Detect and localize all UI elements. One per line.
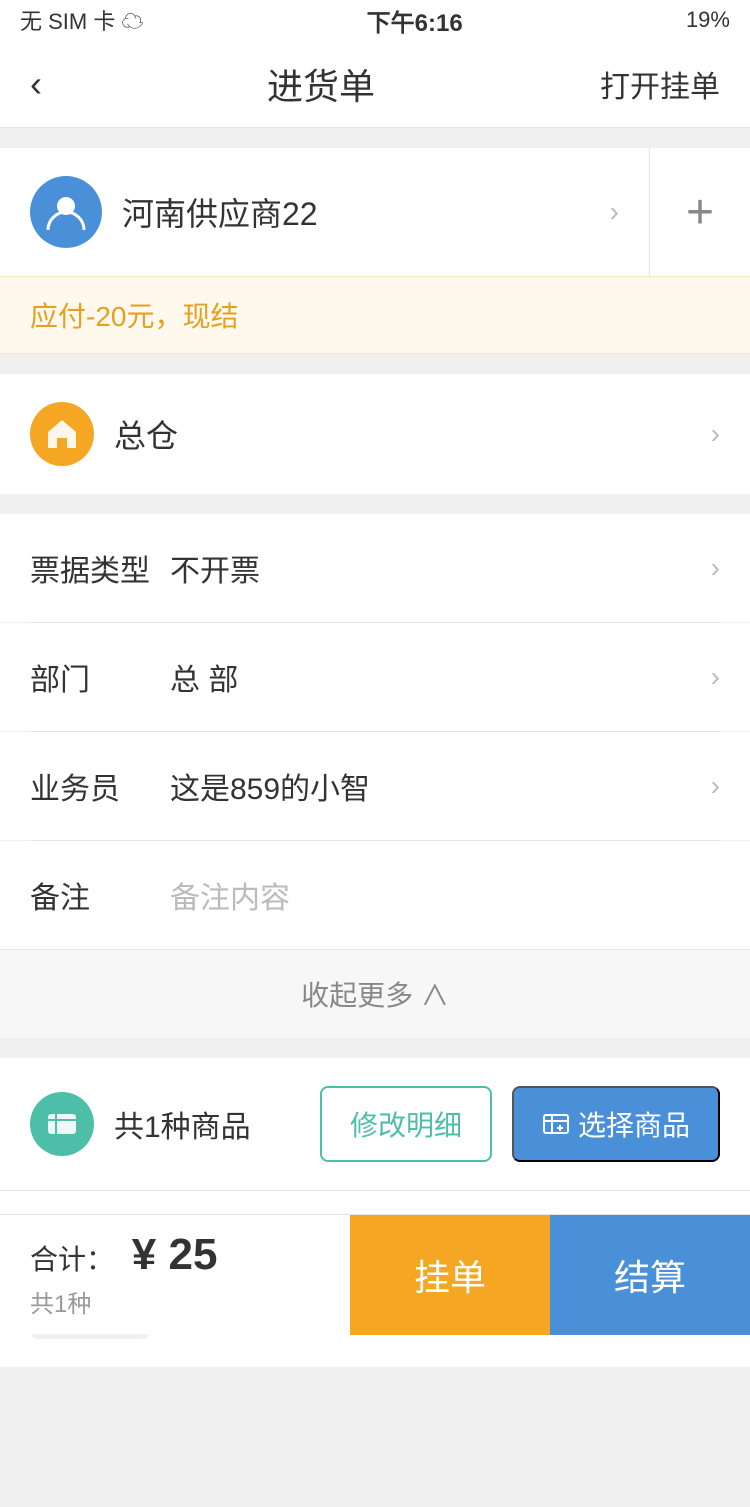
- supplier-chevron-icon: ›: [610, 196, 619, 228]
- select-product-label: 选择商品: [578, 1104, 690, 1144]
- department-label: 部门: [30, 655, 170, 699]
- collapse-row[interactable]: 收起更多 ∧: [0, 949, 750, 1038]
- department-value: 总 部: [170, 655, 701, 699]
- back-button[interactable]: ‹: [30, 63, 42, 105]
- supplier-avatar: [30, 176, 102, 248]
- warehouse-icon: [30, 402, 94, 466]
- page-title: 进货单: [267, 58, 375, 110]
- checkout-button[interactable]: 结算: [550, 1215, 750, 1335]
- invoice-type-value: 不开票: [170, 546, 701, 590]
- salesperson-label: 业务员: [30, 764, 170, 808]
- status-time: 下午6:16: [367, 3, 463, 38]
- status-left: 无 SIM 卡 ☁: [20, 4, 143, 36]
- supplier-selector[interactable]: 河南供应商22 ›: [0, 148, 650, 276]
- salesperson-value: 这是859的小智: [170, 764, 701, 808]
- remark-input[interactable]: 备注内容: [170, 873, 720, 917]
- department-row[interactable]: 部门 总 部 ›: [0, 623, 750, 731]
- total-line: 合计： ¥ 25: [30, 1230, 320, 1280]
- invoice-type-chevron-icon: ›: [711, 552, 720, 584]
- bottom-bar: 合计： ¥ 25 共1种 挂单 结算: [0, 1214, 750, 1334]
- product-header: 共1种商品 修改明细 选择商品: [0, 1058, 750, 1190]
- status-bar: 无 SIM 卡 ☁ 下午6:16 19%: [0, 0, 750, 40]
- section-gap-4: [0, 1038, 750, 1058]
- collapse-button[interactable]: 收起更多 ∧: [301, 974, 449, 1014]
- warehouse-chevron-icon: ›: [711, 418, 720, 450]
- department-chevron-icon: ›: [711, 661, 720, 693]
- edit-detail-button[interactable]: 修改明细: [320, 1086, 492, 1162]
- status-right: 19%: [686, 7, 730, 33]
- open-pending-button[interactable]: 打开挂单: [600, 62, 720, 106]
- salesperson-row[interactable]: 业务员 这是859的小智 ›: [0, 732, 750, 840]
- add-supplier-button[interactable]: +: [650, 185, 750, 240]
- supplier-section: 河南供应商22 › +: [0, 148, 750, 276]
- sim-status: 无 SIM 卡 ☁: [20, 4, 143, 36]
- total-section: 合计： ¥ 25 共1种: [0, 1230, 350, 1319]
- total-label: 合计：: [30, 1244, 114, 1275]
- warehouse-selector[interactable]: 总仓 ›: [0, 374, 750, 494]
- nav-bar: ‹ 进货单 打开挂单: [0, 40, 750, 128]
- product-count-icon: [30, 1092, 94, 1156]
- battery-level: 19%: [686, 7, 730, 33]
- remark-row[interactable]: 备注 备注内容: [0, 841, 750, 949]
- product-count-label: 共1种商品: [114, 1102, 300, 1146]
- payment-info-banner: 应付-20元，现结: [0, 276, 750, 354]
- section-gap-5: [0, 1367, 750, 1387]
- section-gap-2: [0, 354, 750, 374]
- section-gap-3: [0, 494, 750, 514]
- select-product-button[interactable]: 选择商品: [512, 1086, 720, 1162]
- remark-label: 备注: [30, 873, 170, 917]
- supplier-name: 河南供应商22: [122, 189, 600, 235]
- section-gap-1: [0, 128, 750, 148]
- invoice-type-label: 票据类型: [30, 546, 170, 590]
- salesperson-chevron-icon: ›: [711, 770, 720, 802]
- select-product-icon: [542, 1110, 570, 1138]
- total-count: 共1种: [30, 1284, 320, 1319]
- hang-order-button[interactable]: 挂单: [350, 1215, 550, 1335]
- total-amount: ¥ 25: [132, 1230, 218, 1279]
- warehouse-name: 总仓: [114, 411, 701, 457]
- invoice-type-row[interactable]: 票据类型 不开票 ›: [0, 514, 750, 622]
